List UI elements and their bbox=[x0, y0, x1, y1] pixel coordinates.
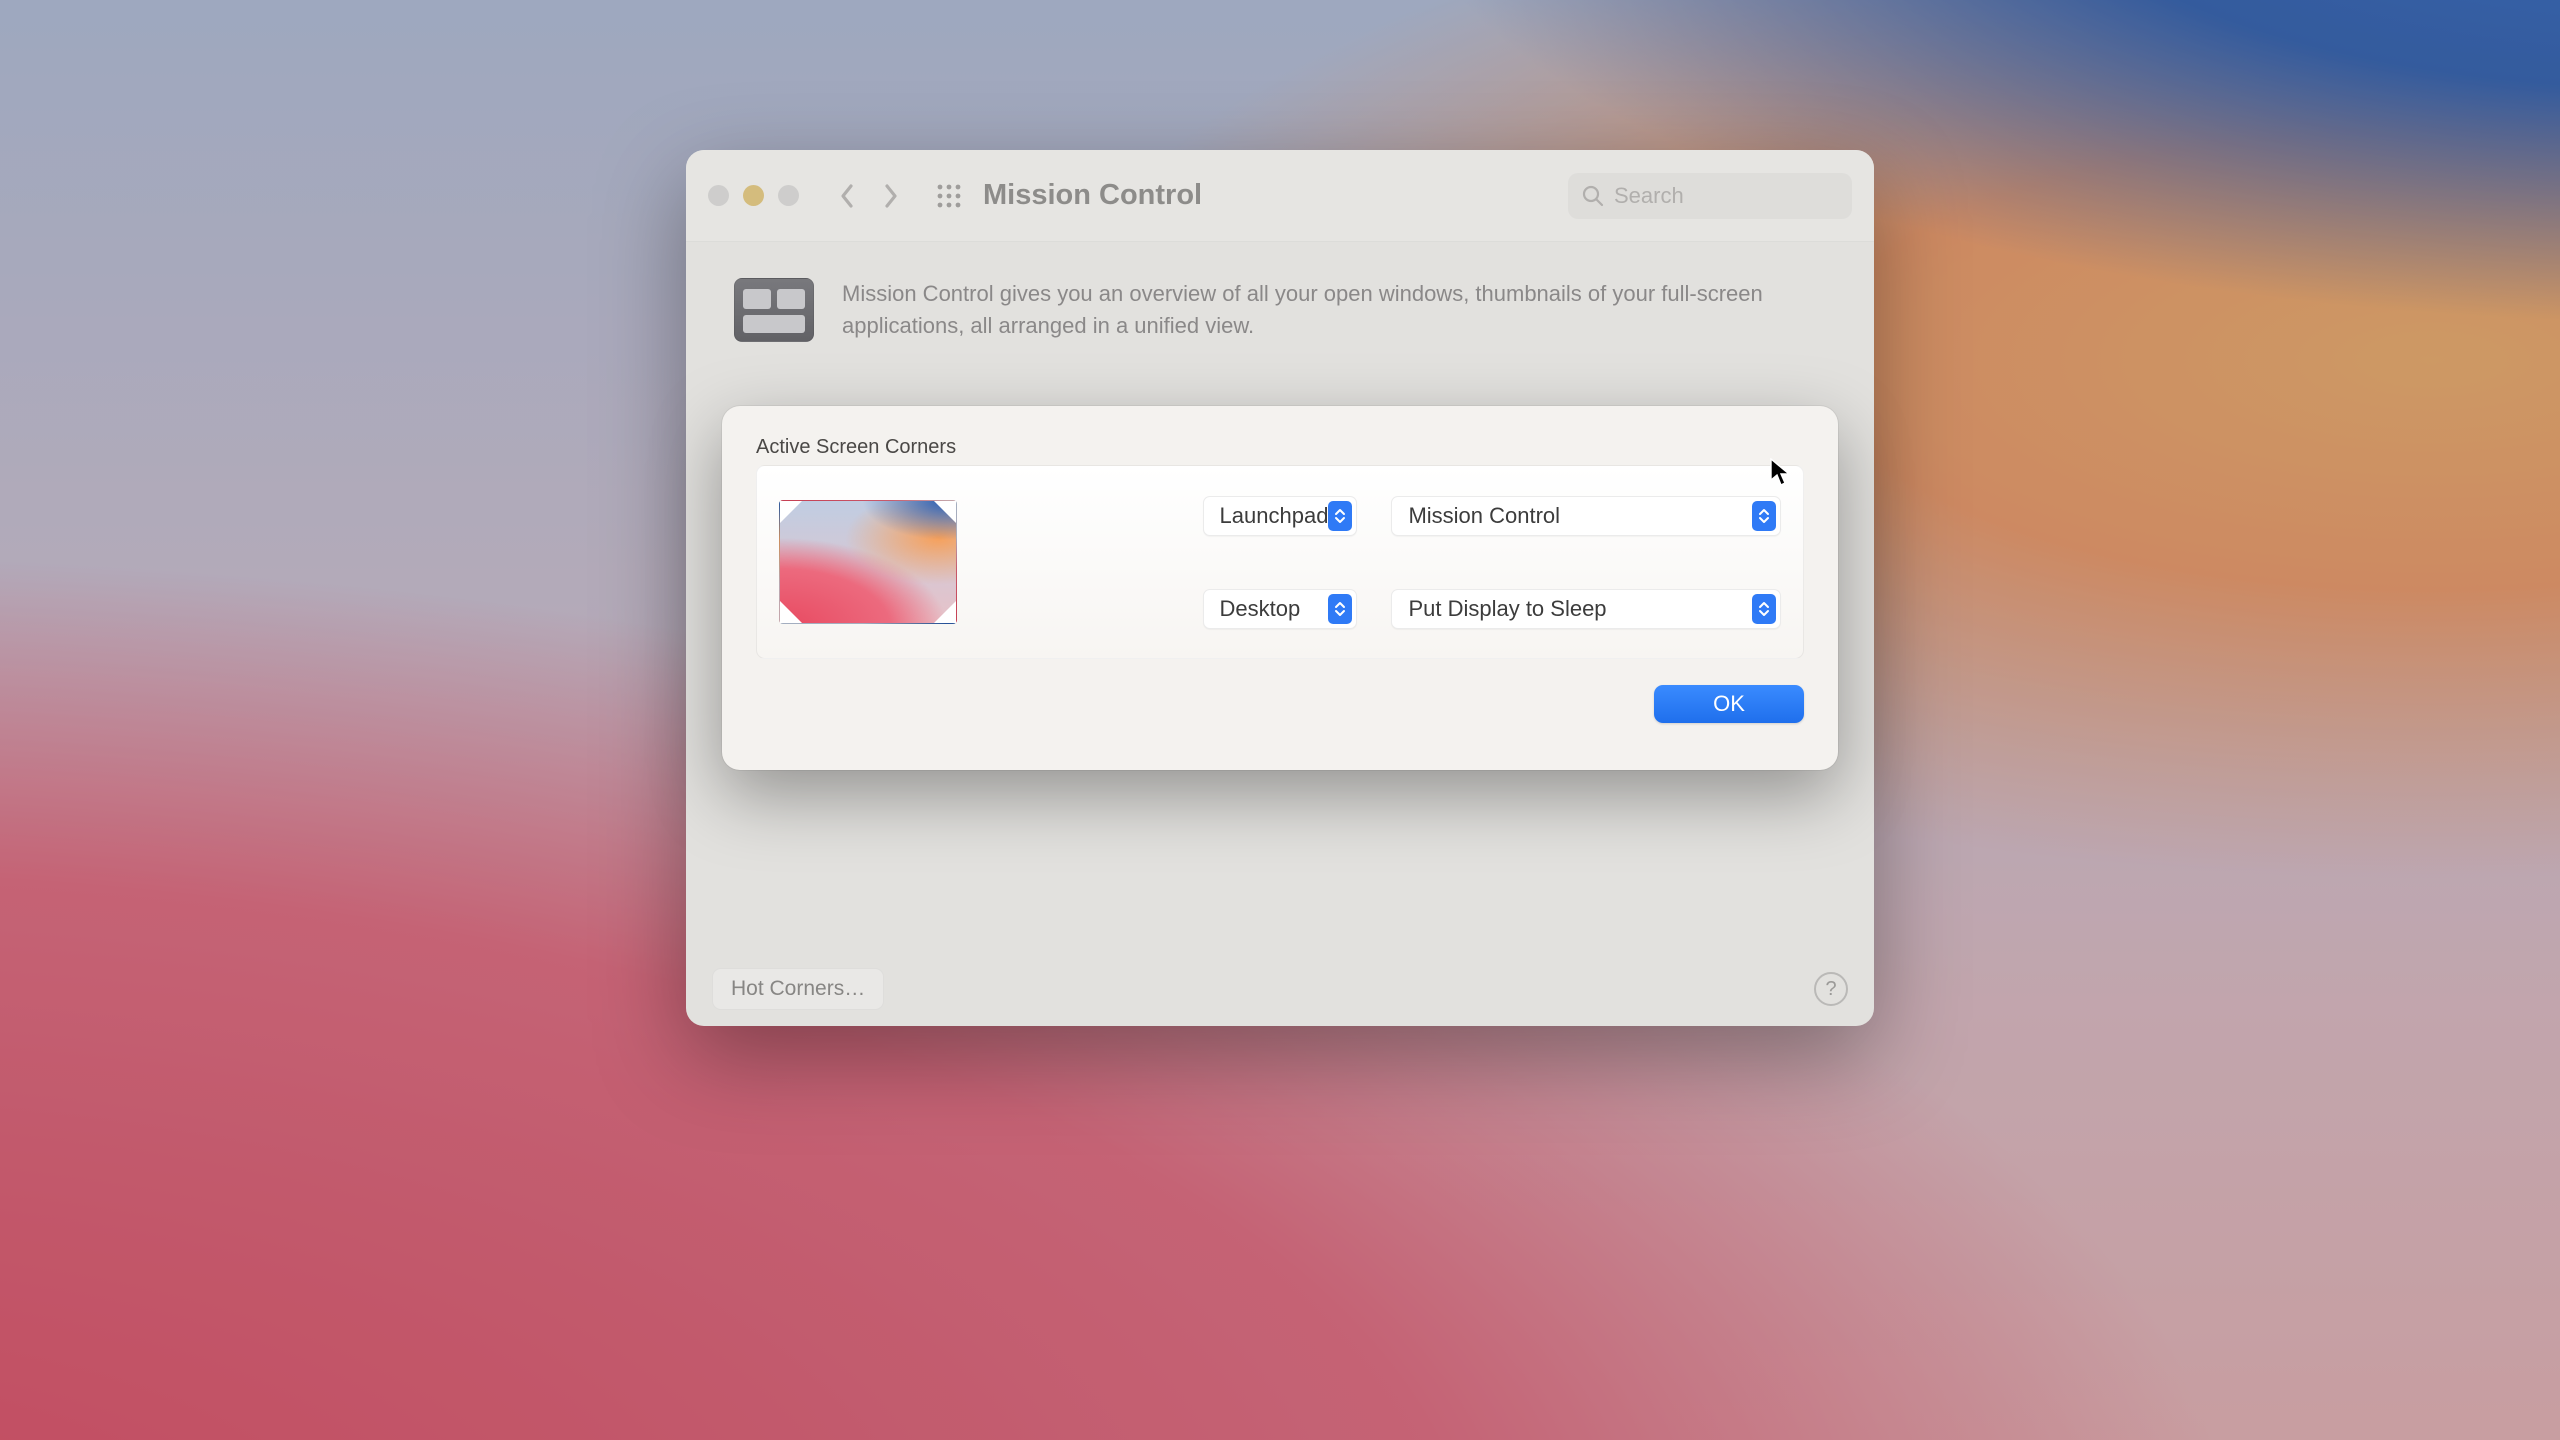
pane-footer: Hot Corners… ? bbox=[686, 952, 1874, 1026]
hot-corners-sheet: Active Screen Corners Launchpad Mission … bbox=[722, 406, 1838, 770]
top-right-corner-select[interactable]: Mission Control bbox=[1391, 496, 1781, 536]
forward-button[interactable] bbox=[871, 176, 911, 216]
corner-indicator-icon bbox=[780, 601, 802, 623]
search-icon bbox=[1582, 185, 1604, 207]
corner-indicator-icon bbox=[934, 601, 956, 623]
corner-indicator-icon bbox=[934, 501, 956, 523]
bottom-right-corner-select[interactable]: Put Display to Sleep bbox=[1391, 589, 1781, 629]
chevron-up-down-icon bbox=[1328, 594, 1352, 624]
ok-button[interactable]: OK bbox=[1654, 685, 1804, 723]
bottom-left-corner-select[interactable]: Desktop bbox=[1203, 589, 1358, 629]
corners-grid: Launchpad Mission Control Desktop bbox=[756, 465, 1804, 659]
sheet-title: Active Screen Corners bbox=[756, 436, 1804, 459]
close-window-icon[interactable] bbox=[708, 185, 729, 206]
top-right-corner-value: Mission Control bbox=[1408, 503, 1752, 529]
bottom-left-corner-value: Desktop bbox=[1220, 596, 1329, 622]
chevron-up-down-icon bbox=[1752, 501, 1776, 531]
back-button[interactable] bbox=[827, 176, 867, 216]
show-all-button[interactable] bbox=[929, 176, 969, 216]
chevron-up-down-icon bbox=[1752, 594, 1776, 624]
bottom-right-corner-value: Put Display to Sleep bbox=[1408, 596, 1752, 622]
search-field[interactable] bbox=[1568, 173, 1852, 219]
window-toolbar: Mission Control bbox=[686, 150, 1874, 242]
help-button[interactable]: ? bbox=[1814, 972, 1848, 1006]
chevron-right-icon bbox=[882, 182, 900, 210]
chevron-up-down-icon bbox=[1328, 501, 1352, 531]
traffic-lights bbox=[708, 185, 799, 206]
window-title: Mission Control bbox=[983, 179, 1202, 212]
screen-thumbnail bbox=[779, 500, 957, 624]
corner-indicator-icon bbox=[780, 501, 802, 523]
zoom-window-icon[interactable] bbox=[778, 185, 799, 206]
minimize-window-icon[interactable] bbox=[743, 185, 764, 206]
top-left-corner-select[interactable]: Launchpad bbox=[1203, 496, 1358, 536]
chevron-left-icon bbox=[838, 182, 856, 210]
pane-description: Mission Control gives you an overview of… bbox=[842, 278, 1792, 342]
mission-control-icon bbox=[734, 278, 814, 342]
hot-corners-button[interactable]: Hot Corners… bbox=[712, 968, 884, 1010]
grid-icon bbox=[936, 183, 962, 209]
search-input[interactable] bbox=[1614, 183, 1838, 209]
top-left-corner-value: Launchpad bbox=[1220, 503, 1329, 529]
